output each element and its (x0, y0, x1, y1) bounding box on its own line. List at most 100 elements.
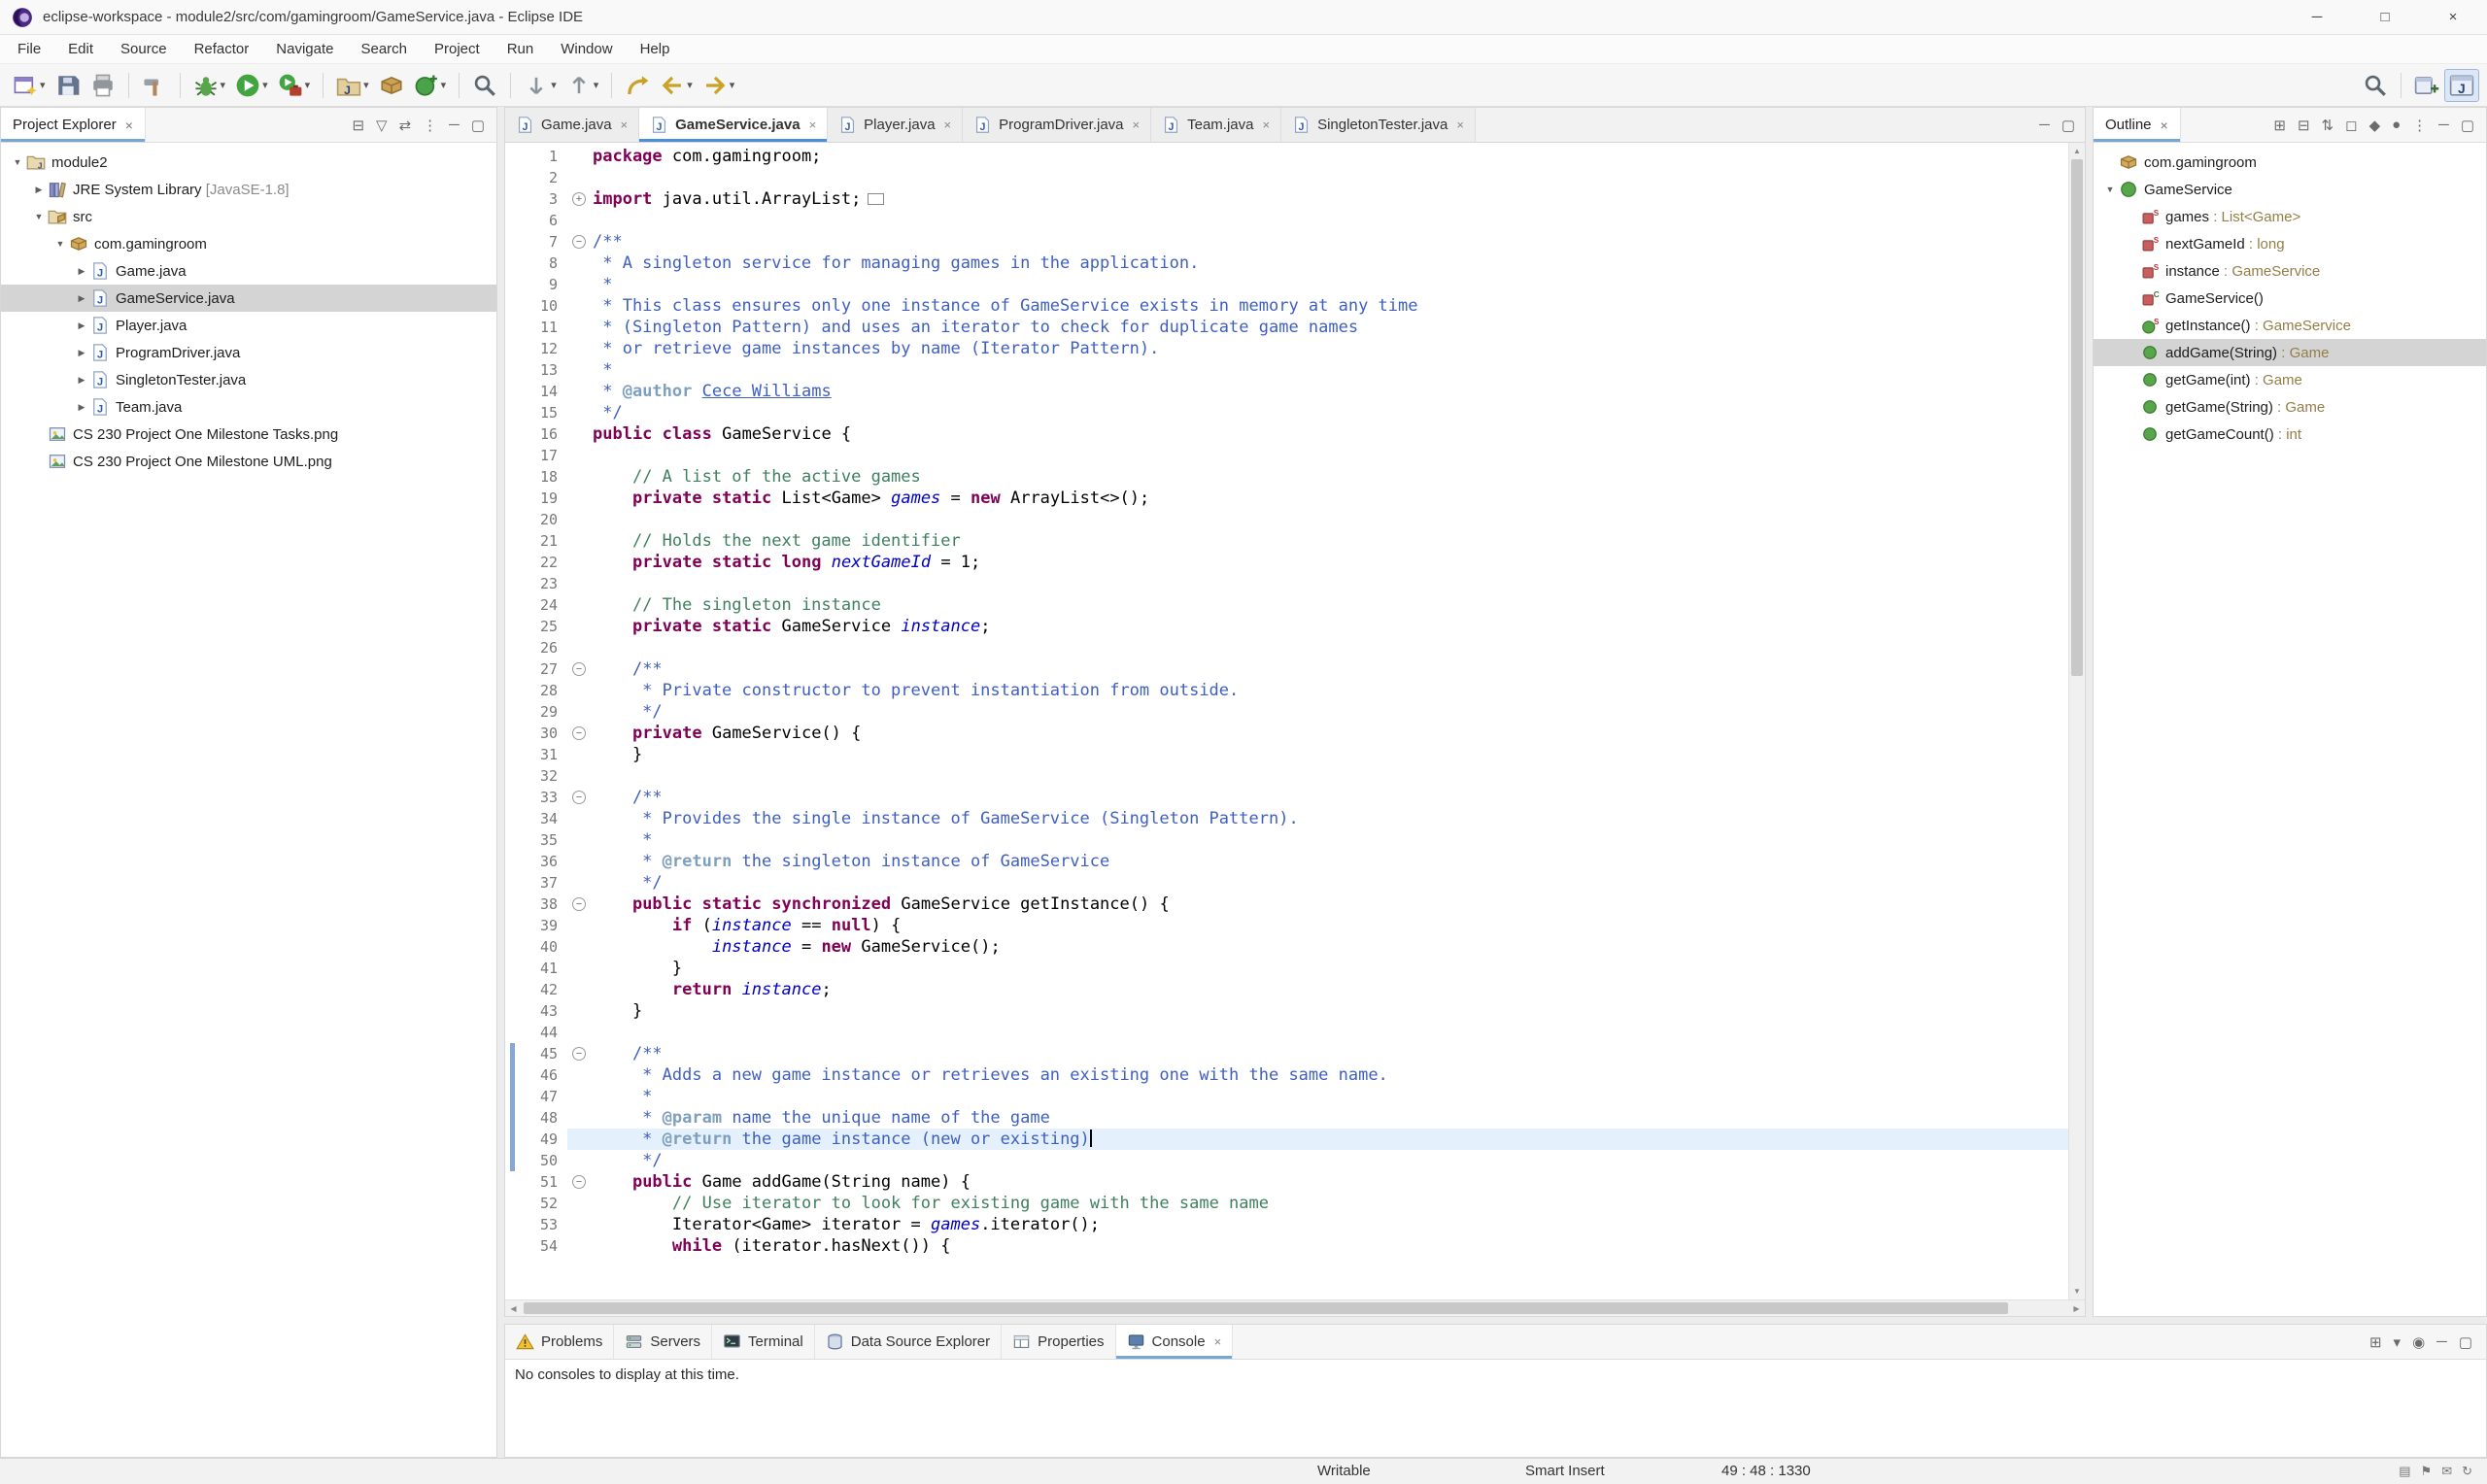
close-tab-icon[interactable]: × (1456, 118, 1464, 132)
menu-search[interactable]: Search (347, 35, 421, 64)
open-perspective-button[interactable] (2409, 69, 2444, 102)
code-text[interactable] (591, 1022, 2068, 1043)
progress-icon[interactable]: ▤ (2394, 1463, 2415, 1480)
code-text[interactable]: * Adds a new game instance or retrieves … (591, 1064, 2068, 1086)
hide-fields-icon[interactable]: ◻ (2339, 115, 2363, 136)
code-line-16[interactable]: 16 public class GameService { (505, 423, 2068, 445)
code-line-26[interactable]: 26 (505, 637, 2068, 658)
close-view-icon[interactable]: × (125, 118, 133, 133)
collapsed-arrow-icon[interactable]: ▶ (73, 375, 90, 386)
pin-console-icon[interactable]: ◉ (2406, 1332, 2431, 1353)
code-text[interactable]: * (591, 359, 2068, 381)
code-text[interactable]: * Private constructor to prevent instant… (591, 680, 2068, 701)
minimize-icon[interactable]: ─ (2433, 115, 2455, 135)
code-line-29[interactable]: 29 */ (505, 701, 2068, 723)
project-explorer-tab[interactable]: Project Explorer × (1, 108, 146, 142)
horizontal-scroll-thumb[interactable] (524, 1302, 2009, 1314)
collapsed-arrow-icon[interactable]: ▶ (73, 320, 90, 331)
window-maximize-button[interactable]: □ (2351, 0, 2419, 34)
code-text[interactable]: Iterator<Game> iterator = games.iterator… (591, 1214, 2068, 1235)
close-view-icon[interactable]: × (1214, 1334, 1222, 1349)
code-line-54[interactable]: 54 while (iterator.hasNext()) { (505, 1235, 2068, 1257)
menu-navigate[interactable]: Navigate (262, 35, 347, 64)
view-menu-icon[interactable]: ⋮ (417, 115, 443, 136)
menu-file[interactable]: File (4, 35, 54, 64)
expanded-arrow-icon[interactable]: ▼ (51, 239, 69, 249)
code-line-30[interactable]: 30− private GameService() { (505, 723, 2068, 744)
code-line-11[interactable]: 11 * (Singleton Pattern) and uses an ite… (505, 317, 2068, 338)
code-line-52[interactable]: 52 // Use iterator to look for existing … (505, 1193, 2068, 1214)
expanded-arrow-icon[interactable]: ▼ (9, 157, 26, 167)
dropdown-arrow-icon[interactable]: ▾ (40, 79, 46, 91)
code-line-23[interactable]: 23 (505, 573, 2068, 594)
code-text[interactable]: * or retrieve game instances by name (It… (591, 338, 2068, 359)
code-text[interactable] (591, 445, 2068, 466)
fold-collapse-icon[interactable]: − (567, 658, 591, 680)
code-line-36[interactable]: 36 * @return the singleton instance of G… (505, 851, 2068, 872)
dropdown-arrow-icon[interactable]: ▾ (687, 79, 693, 91)
dropdown-arrow-icon[interactable]: ▾ (305, 79, 311, 91)
code-text[interactable]: } (591, 744, 2068, 765)
collapse-all-icon[interactable]: ⊟ (346, 115, 370, 136)
code-line-41[interactable]: 41 } (505, 958, 2068, 979)
explorer-item-player-java[interactable]: ▶ J Player.java (1, 312, 496, 339)
code-text[interactable] (591, 637, 2068, 658)
code-line-34[interactable]: 34 * Provides the single instance of Gam… (505, 808, 2068, 829)
explorer-item-jre-system-library[interactable]: ▶ JRE System Library [JavaSE-1.8] (1, 176, 496, 203)
collapsed-arrow-icon[interactable]: ▶ (30, 185, 48, 195)
notifications-icon[interactable]: ⚑ (2416, 1463, 2437, 1480)
code-text[interactable]: return instance; (591, 979, 2068, 1000)
outline-item-getinstance[interactable]: SgetInstance() : GameService (2094, 312, 2486, 339)
explorer-item-game-java[interactable]: ▶ J Game.java (1, 257, 496, 285)
code-text[interactable]: * @param name the unique name of the gam… (591, 1107, 2068, 1129)
dropdown-arrow-icon[interactable]: ▾ (363, 79, 369, 91)
close-tab-icon[interactable]: × (621, 118, 629, 132)
horizontal-sash[interactable] (504, 1317, 2487, 1324)
vertical-scroll-track[interactable] (2069, 159, 2085, 1283)
fold-collapse-icon[interactable]: − (567, 1171, 591, 1193)
outline-item-com-gamingroom[interactable]: com.gamingroom (2094, 149, 2486, 176)
menu-source[interactable]: Source (107, 35, 181, 64)
code-line-39[interactable]: 39 if (instance == null) { (505, 915, 2068, 936)
explorer-item-singletontester-java[interactable]: ▶ J SingletonTester.java (1, 366, 496, 393)
code-text[interactable]: */ (591, 1150, 2068, 1171)
minimize-editor-icon[interactable]: ─ (2033, 115, 2056, 135)
outline-item-gameservice[interactable]: C GameService() (2094, 285, 2486, 312)
code-line-40[interactable]: 40 instance = new GameService(); (505, 936, 2068, 958)
code-text[interactable]: */ (591, 872, 2068, 894)
code-line-43[interactable]: 43 } (505, 1000, 2068, 1022)
close-tab-icon[interactable]: × (1133, 118, 1141, 132)
dropdown-arrow-icon[interactable]: ▾ (441, 79, 447, 91)
code-line-6[interactable]: 6 (505, 210, 2068, 231)
code-text[interactable]: // Holds the next game identifier (591, 530, 2068, 552)
maximize-editor-icon[interactable]: ▢ (2056, 115, 2081, 136)
code-text[interactable]: */ (591, 701, 2068, 723)
editor-tab-player-java[interactable]: J Player.java × (828, 108, 964, 142)
view-tab-data-source-explorer[interactable]: Data Source Explorer (815, 1325, 1003, 1359)
last-edit-location-button[interactable] (620, 69, 655, 102)
code-line-27[interactable]: 27− /** (505, 658, 2068, 680)
outline-item-games[interactable]: Sgames : List<Game> (2094, 203, 2486, 230)
view-tab-problems[interactable]: Problems (505, 1325, 615, 1359)
outline-item-getgame-int[interactable]: getGame(int) : Game (2094, 366, 2486, 393)
explorer-item-cs-230-project-one-milestone-uml-png[interactable]: CS 230 Project One Milestone UML.png (1, 448, 496, 475)
code-line-10[interactable]: 10 * This class ensures only one instanc… (505, 295, 2068, 317)
collapsed-arrow-icon[interactable]: ▶ (73, 402, 90, 413)
outline-item-nextgameid[interactable]: SnextGameId : long (2094, 230, 2486, 257)
code-text[interactable]: * (591, 829, 2068, 851)
code-line-53[interactable]: 53 Iterator<Game> iterator = games.itera… (505, 1214, 2068, 1235)
code-text[interactable]: package com.gamingroom; (591, 146, 2068, 167)
hide-static-members-icon[interactable]: ◆ (2364, 115, 2387, 136)
java-perspective-button[interactable]: J (2444, 68, 2479, 102)
close-tab-icon[interactable]: × (1262, 118, 1270, 132)
previous-annotation-button[interactable]: ▾ (562, 69, 604, 102)
folded-code-box-icon[interactable] (868, 193, 885, 205)
editor-tab-game-java[interactable]: J Game.java × (505, 108, 640, 142)
code-text[interactable]: // A list of the active games (591, 466, 2068, 488)
code-text[interactable]: } (591, 1000, 2068, 1022)
code-text[interactable]: instance = new GameService(); (591, 936, 2068, 958)
code-text[interactable]: import java.util.ArrayList; (591, 188, 2068, 210)
code-line-21[interactable]: 21 // Holds the next game identifier (505, 530, 2068, 552)
fold-collapse-icon[interactable]: − (567, 723, 591, 744)
code-text[interactable]: private static long nextGameId = 1; (591, 552, 2068, 573)
